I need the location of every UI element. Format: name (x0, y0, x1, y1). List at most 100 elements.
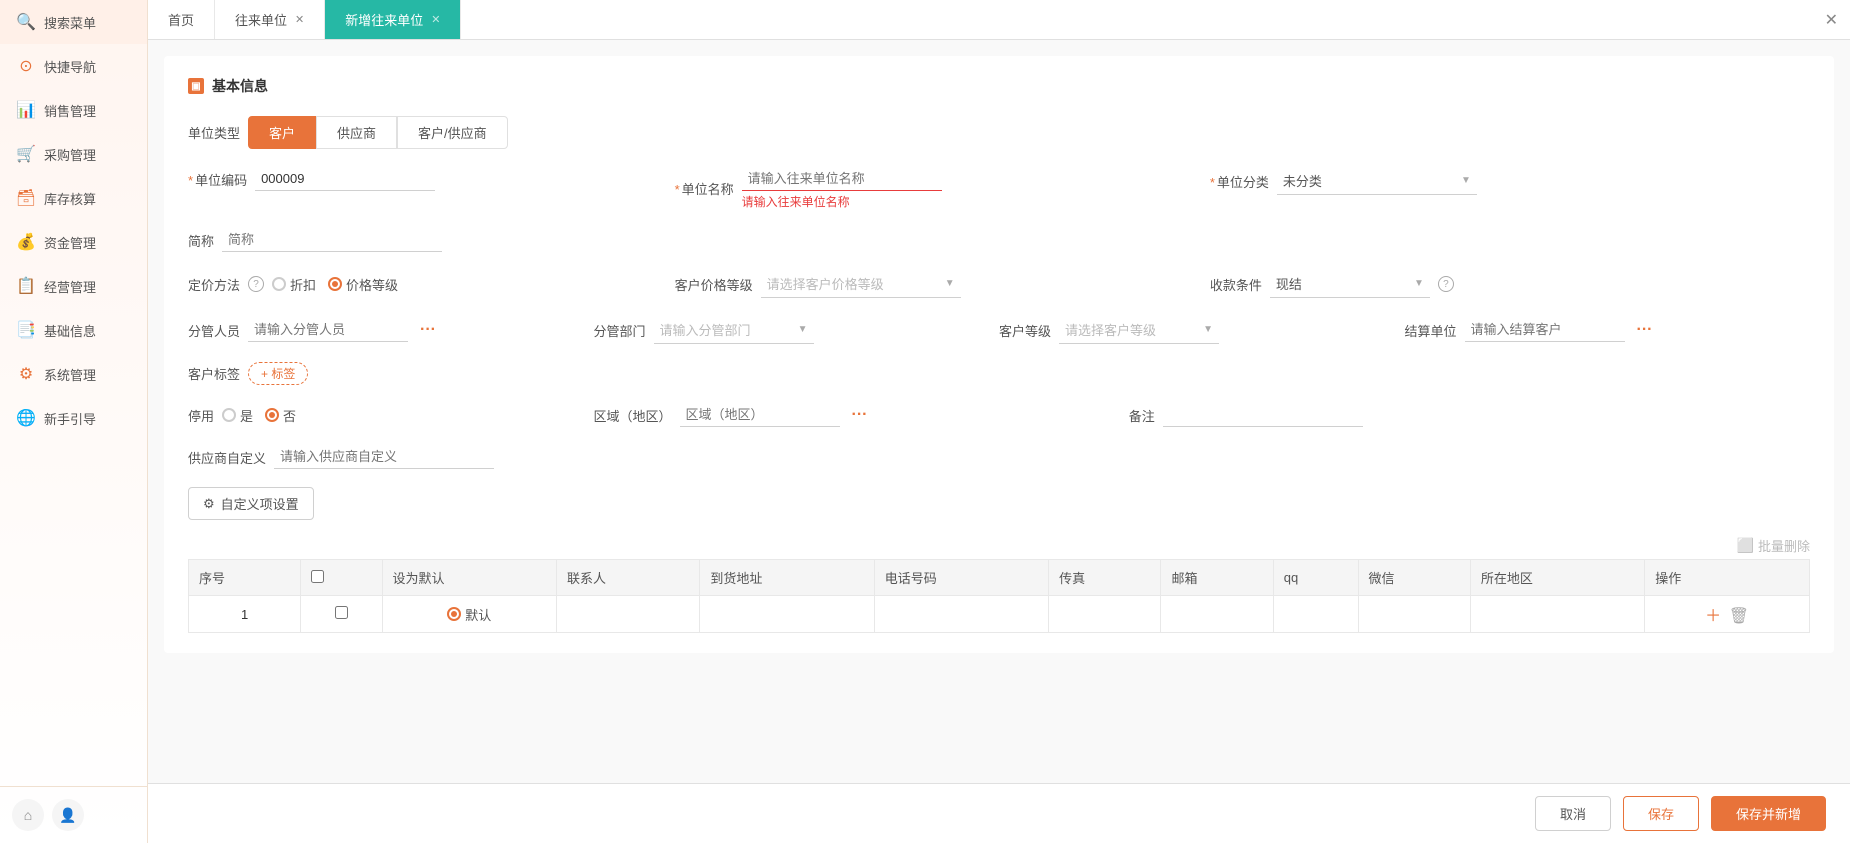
sidebar-item-inventory[interactable]: 🗃 库存核算 (0, 176, 147, 220)
unit-type-customer-btn[interactable]: 客户 (248, 116, 316, 149)
contacts-table: 序号 设为默认 联系人 到货地址 电话号码 传真 邮箱 qq 微信 所在地区 操… (188, 559, 1810, 633)
sidebar-item-guide[interactable]: 🌐 新手引导 (0, 396, 147, 440)
unit-type-supplier-btn[interactable]: 供应商 (316, 116, 397, 149)
supplier-custom-input[interactable] (274, 445, 494, 469)
customer-level-label: 客户等级 (999, 321, 1051, 340)
unit-name-input[interactable] (742, 167, 942, 191)
cancel-button[interactable]: 取消 (1535, 796, 1611, 831)
remarks-input[interactable] (1163, 403, 1363, 427)
row-default-circle (447, 607, 461, 621)
manager-more-btn[interactable]: ··· (416, 321, 440, 339)
unit-category-label: *单位分类 (1210, 172, 1269, 191)
sidebar-item-operations[interactable]: 📋 经营管理 (0, 264, 147, 308)
region-label: 区域（地区） (594, 406, 672, 425)
row-wechat (1358, 596, 1470, 633)
unit-type-row: 单位类型 客户 供应商 客户/供应商 (188, 116, 1810, 149)
sidebar-label-finance: 资金管理 (44, 233, 96, 252)
disabled-yes-circle (222, 408, 236, 422)
custom-settings-button[interactable]: ⚙ 自定义项设置 (188, 487, 314, 520)
region-more-btn[interactable]: ··· (848, 406, 872, 424)
row-pricing: 定价方法 ? 折扣 价格等级 客户价格等级 (188, 270, 1810, 298)
sidebar-item-system[interactable]: ⚙ 系统管理 (0, 352, 147, 396)
remarks-label: 备注 (1129, 406, 1155, 425)
tab-new-partner-close[interactable]: ✕ (431, 13, 440, 26)
row-add-btn[interactable]: ＋ (1703, 602, 1723, 626)
unit-type-buttons: 客户 供应商 客户/供应商 (248, 116, 508, 149)
col-phone: 电话号码 (874, 560, 1048, 596)
batch-delete-label[interactable]: 批量删除 (1758, 536, 1810, 555)
payment-terms-select[interactable]: 现结 ▼ (1270, 270, 1430, 298)
row-actions: ＋ 🗑 (1645, 596, 1810, 633)
customer-level-select[interactable]: 请选择客户等级 ▼ (1059, 316, 1219, 344)
tab-partners-close[interactable]: ✕ (295, 13, 304, 26)
row-default-radio[interactable]: 默认 (393, 605, 546, 624)
row-contact (556, 596, 699, 633)
sidebar-user-btn[interactable]: 👤 (52, 799, 84, 831)
payment-terms-value: 现结 (1276, 274, 1410, 293)
pricing-level-radio[interactable]: 价格等级 (328, 275, 398, 294)
tab-partners-label: 往来单位 (235, 10, 287, 29)
row-select-checkbox[interactable] (335, 606, 348, 619)
manager-input[interactable] (248, 318, 408, 342)
col-address: 到货地址 (700, 560, 874, 596)
disabled-radio-group: 是 否 (222, 406, 296, 425)
add-tag-btn[interactable]: + 标签 (248, 362, 308, 385)
unit-code-field: *单位编码 (188, 167, 675, 191)
region-input[interactable] (680, 403, 840, 427)
unit-category-field: *单位分类 未分类 ▼ (1210, 167, 1745, 195)
pricing-method-field: 定价方法 ? 折扣 价格等级 (188, 275, 675, 294)
batch-delete-area: ⬜ 批量删除 (188, 532, 1810, 559)
unit-type-both-btn[interactable]: 客户/供应商 (397, 116, 508, 149)
save-button[interactable]: 保存 (1623, 796, 1699, 831)
col-no: 序号 (189, 560, 301, 596)
settlement-unit-more-btn[interactable]: ··· (1633, 321, 1657, 339)
col-fax: 传真 (1049, 560, 1161, 596)
col-default: 设为默认 (382, 560, 556, 596)
sidebar-item-search[interactable]: 🔍 搜索菜单 (0, 0, 147, 44)
settlement-unit-input[interactable] (1465, 318, 1625, 342)
row-delete-btn[interactable]: 🗑 (1727, 606, 1751, 626)
payment-terms-help-icon[interactable]: ? (1438, 276, 1454, 292)
customer-level-chevron: ▼ (1203, 324, 1213, 335)
unit-category-chevron: ▼ (1461, 175, 1471, 186)
search-icon: 🔍 (16, 12, 36, 32)
department-chevron: ▼ (798, 324, 808, 335)
unit-code-label: *单位编码 (188, 170, 247, 189)
sidebar-item-sales[interactable]: 📊 销售管理 (0, 88, 147, 132)
customer-price-level-select[interactable]: 请选择客户价格等级 ▼ (761, 270, 961, 298)
unit-code-input[interactable] (255, 167, 435, 191)
row-phone (874, 596, 1048, 633)
sidebar-home-btn[interactable]: ⌂ (12, 799, 44, 831)
select-all-checkbox[interactable] (311, 570, 324, 583)
disabled-no-radio[interactable]: 否 (265, 406, 296, 425)
tab-new-partner[interactable]: 新增往来单位 ✕ (325, 0, 461, 39)
guide-icon: 🌐 (16, 408, 36, 428)
batch-delete-icon: ⬜ (1737, 537, 1754, 554)
custom-settings-label: 自定义项设置 (221, 494, 299, 513)
sidebar-label-operations: 经营管理 (44, 277, 96, 296)
short-name-input[interactable] (222, 228, 442, 252)
row-checkbox (301, 596, 382, 633)
disabled-yes-radio[interactable]: 是 (222, 406, 253, 425)
row-manager: 分管人员 ··· 分管部门 请输入分管部门 ▼ 客户等级 请选择客户等级 ▼ (188, 316, 1810, 344)
sidebar-item-purchase[interactable]: 🛒 采购管理 (0, 132, 147, 176)
row-disabled-region: 停用 是 否 区域（地区） ··· (188, 403, 1810, 427)
unit-name-label: *单位名称 (675, 179, 734, 198)
col-email: 邮箱 (1161, 560, 1273, 596)
department-select[interactable]: 请输入分管部门 ▼ (654, 316, 814, 344)
save-new-button[interactable]: 保存并新增 (1711, 796, 1826, 831)
unit-category-select[interactable]: 未分类 ▼ (1277, 167, 1477, 195)
sidebar-item-basic[interactable]: 📑 基础信息 (0, 308, 147, 352)
sidebar-label-quicknav: 快捷导航 (44, 57, 96, 76)
pricing-help-icon[interactable]: ? (248, 276, 264, 292)
tab-close-all-btn[interactable]: ✕ (1813, 0, 1850, 39)
sidebar-item-finance[interactable]: 💰 资金管理 (0, 220, 147, 264)
tab-partners[interactable]: 往来单位 ✕ (215, 0, 325, 39)
sidebar-item-quicknav[interactable]: ⊙ 快捷导航 (0, 44, 147, 88)
tab-home[interactable]: 首页 (148, 0, 215, 39)
sidebar-label-inventory: 库存核算 (44, 189, 96, 208)
form-card: ▣ 基本信息 单位类型 客户 供应商 客户/供应商 *单位编码 (164, 56, 1834, 653)
main-area: 首页 往来单位 ✕ 新增往来单位 ✕ ✕ ▣ 基本信息 单位类型 (148, 0, 1850, 843)
row-email (1161, 596, 1273, 633)
pricing-discount-radio[interactable]: 折扣 (272, 275, 316, 294)
